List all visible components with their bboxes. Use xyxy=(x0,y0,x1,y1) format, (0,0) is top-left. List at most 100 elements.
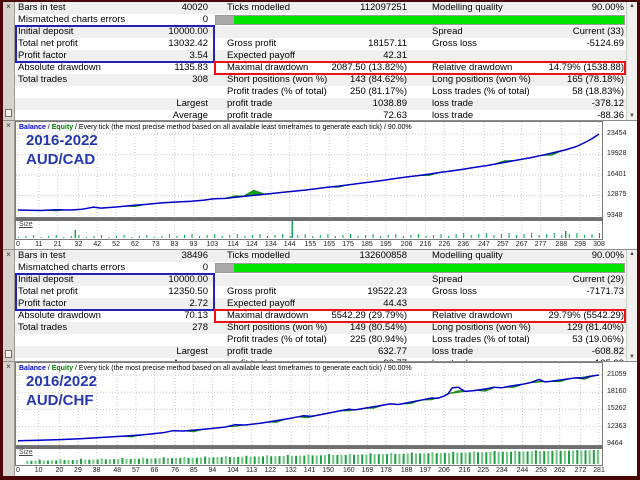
size-bars-canvas xyxy=(17,449,600,464)
balance-chart-audchf: × Balance / Equity / Every tick (the most… xyxy=(3,361,637,476)
chart-area: Balance / Equity / Every tick (the most … xyxy=(15,362,637,476)
x-tick-label: 94 xyxy=(208,467,217,474)
table-cell-value: 3.54 xyxy=(189,50,209,61)
table-cell-value xyxy=(210,14,224,26)
panel-close-icon[interactable]: × xyxy=(6,3,11,11)
table-cell-value: 0 xyxy=(202,14,208,25)
panel-close-icon[interactable]: × xyxy=(6,251,11,259)
table-cell-label: Absolute drawdown xyxy=(18,310,101,321)
chart-canvas xyxy=(16,122,602,217)
x-tick-label: 226 xyxy=(438,241,451,248)
scroll-up-icon[interactable]: ▲ xyxy=(629,251,635,257)
x-tick-label: 288 xyxy=(555,241,568,248)
x-tick-label: 188 xyxy=(400,467,413,474)
table-cell-value: 53 (19.06%) xyxy=(572,334,624,345)
x-tick-label: 104 xyxy=(227,467,239,474)
table-scrollbar[interactable]: ▲ ▼ xyxy=(626,250,637,361)
table-cell-label: Relative drawdown xyxy=(432,62,513,73)
x-tick-label: 62 xyxy=(131,241,139,248)
scroll-down-icon[interactable]: ▼ xyxy=(629,113,635,119)
balance-chart-audcad: × Balance / Equity / Every tick (the most… xyxy=(3,120,637,249)
table-cell-label: Bars in test xyxy=(18,2,66,13)
x-tick-label: 298 xyxy=(574,241,586,248)
table-cell-value: 1135.83 xyxy=(174,62,208,73)
table-cell-label: Total net profit xyxy=(18,286,78,297)
table-cell-label: Total net profit xyxy=(18,38,78,49)
table-cell-label: Spread xyxy=(432,26,463,37)
table-cell-value xyxy=(409,38,429,50)
x-tick-label: 169 xyxy=(361,467,374,474)
table-row: Profit trades (% of total) 250 (81.17%) Lo… xyxy=(15,86,626,98)
legend-balance-label: Balance xyxy=(19,124,46,131)
x-tick-label: 160 xyxy=(342,467,355,474)
scroll-up-icon[interactable]: ▲ xyxy=(629,3,635,9)
table-cell-value: 90.00% xyxy=(591,250,624,261)
table-row: Profit factor 2.72 Expected payoff 44.43 xyxy=(15,298,626,310)
x-tick-label: 83 xyxy=(170,241,179,248)
table-cell-value xyxy=(409,98,429,110)
table-cell-label: Profit factor xyxy=(18,298,67,309)
x-tick-label: 185 xyxy=(361,241,373,248)
table-cell-label: Ticks modelled xyxy=(227,2,291,13)
chart-period-label: 2016/2022 xyxy=(26,373,97,390)
table-cell-value xyxy=(210,74,224,86)
table-row: Bars in test 40020 Ticks modelled 112097251… xyxy=(15,2,626,14)
scroll-down-icon[interactable]: ▼ xyxy=(629,354,635,360)
table-cell-value xyxy=(324,26,409,38)
table-cell-label: Long positions (won %) xyxy=(432,74,531,85)
table-cell-label: Gross loss xyxy=(432,286,477,297)
table-cell-value xyxy=(155,334,210,346)
panel-gutter: × xyxy=(3,2,15,120)
table-cell-value: 10000.00 xyxy=(168,26,208,37)
table-cell-value xyxy=(409,322,429,334)
y-tick-label: 9464 xyxy=(607,440,623,447)
table-cell-value xyxy=(409,298,429,310)
table-cell-label: Modelling quality xyxy=(432,250,503,261)
size-subplot-label: Size xyxy=(19,449,33,456)
y-tick-label: 12875 xyxy=(607,191,627,198)
panel-close-icon[interactable]: × xyxy=(6,122,11,130)
table-cell-label xyxy=(224,26,324,38)
table-cell-value: 2087.50 (13.82%) xyxy=(331,62,407,73)
table-cell-label: Profit trades (% of total) xyxy=(227,334,327,345)
table-cell-label: Gross profit xyxy=(227,38,277,49)
lot-size-subplot: Size xyxy=(15,221,603,240)
chart-area: Balance / Equity / Every tick (the most … xyxy=(15,121,637,249)
table-cell-label xyxy=(224,274,324,286)
table-row: Total net profit 13032.42 Gross profit 1815… xyxy=(15,38,626,50)
x-tick-label: 11 xyxy=(35,241,43,248)
table-cell-value: 14.79% (1538.88) xyxy=(548,62,624,73)
table-cell-value: -88.36 xyxy=(597,110,624,120)
table-cell-value xyxy=(210,110,224,120)
table-cell-label xyxy=(429,298,531,310)
table-cell-value xyxy=(210,98,224,110)
table-cell-value xyxy=(409,310,429,322)
x-tick-label: 236 xyxy=(457,241,470,248)
table-cell-label: Gross profit xyxy=(227,286,277,297)
table-cell-label: Long positions (won %) xyxy=(432,322,531,333)
table-cell-value xyxy=(531,14,626,26)
table-cell-value xyxy=(409,250,429,262)
table-cell-value xyxy=(210,262,224,274)
table-cell-label: Loss trades (% of total) xyxy=(432,86,530,97)
x-tick-label: 197 xyxy=(419,467,432,474)
table-row: Largest profit trade 1038.89 loss trade -378… xyxy=(15,98,626,110)
x-tick-label: 42 xyxy=(93,241,102,248)
x-tick-label: 150 xyxy=(322,467,334,474)
x-tick-label: 21 xyxy=(53,241,62,248)
report-table-audcad: × Bars in test 40020 Ticks modelled 1120972… xyxy=(3,2,637,120)
y-tick-label: 19928 xyxy=(607,150,627,157)
table-scrollbar[interactable]: ▲ ▼ xyxy=(626,2,637,120)
table-cell-label xyxy=(429,50,531,62)
table-cell-value xyxy=(409,286,429,298)
table-row: Absolute drawdown 1135.83 Maximal drawdown… xyxy=(15,62,626,74)
panel-close-icon[interactable]: × xyxy=(6,363,11,371)
report-page-icon xyxy=(5,350,12,358)
table-cell-label: Initial deposit xyxy=(18,26,74,37)
table-cell-value: 10000.00 xyxy=(168,274,208,285)
table-cell-value xyxy=(531,262,626,274)
x-tick-label: 48 xyxy=(113,467,122,474)
x-tick-label: 257 xyxy=(496,241,509,248)
table-cell-value: 70.13 xyxy=(184,310,208,321)
table-cell-value xyxy=(409,50,429,62)
